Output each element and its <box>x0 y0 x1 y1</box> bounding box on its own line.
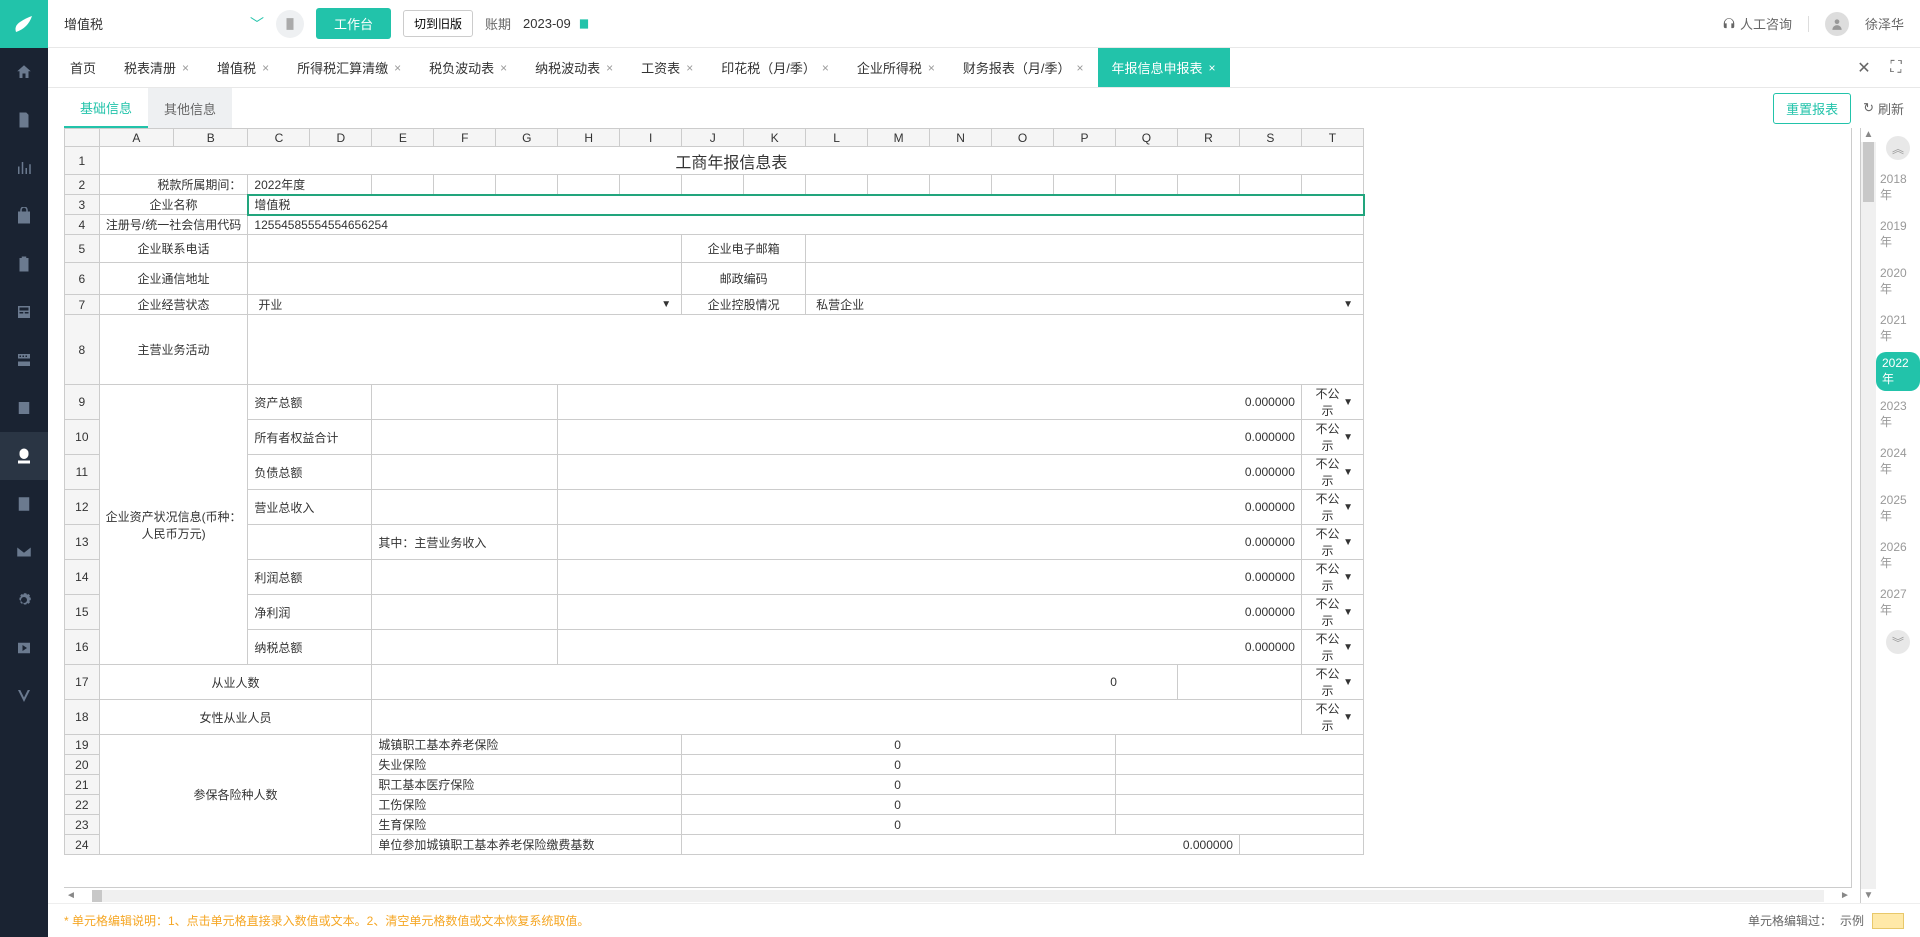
tab-10[interactable]: 年报信息申报表× <box>1098 48 1230 87</box>
sub-tabs-bar: 基础信息 其他信息 重置报表 ↻ 刷新 <box>48 88 1920 128</box>
nav-ruler-icon[interactable] <box>0 336 48 384</box>
tabs-expand-icon[interactable]: ⛶ <box>1884 56 1908 80</box>
nav-chart-icon[interactable] <box>0 144 48 192</box>
old-version-button[interactable]: 切到旧版 <box>403 10 473 37</box>
tab-close-icon[interactable]: × <box>928 61 935 75</box>
username: 徐泽华 <box>1865 14 1904 33</box>
tabs-close-all-icon[interactable]: ✕ <box>1852 56 1876 80</box>
tab-close-icon[interactable]: × <box>182 61 189 75</box>
tab-2[interactable]: 增值税× <box>203 48 283 87</box>
year-up-icon[interactable]: ︽ <box>1886 136 1910 160</box>
nav-tax-icon[interactable] <box>0 432 48 480</box>
calendar-icon <box>577 17 591 31</box>
tab-close-icon[interactable]: × <box>686 61 693 75</box>
tab-8[interactable]: 企业所得税× <box>843 48 949 87</box>
year-option[interactable]: 2021年 <box>1876 305 1920 352</box>
year-option[interactable]: 2025年 <box>1876 485 1920 532</box>
year-selector: ︽ 2018年2019年2020年2021年2022年2023年2024年202… <box>1876 128 1920 903</box>
tab-close-icon[interactable]: × <box>1209 61 1216 75</box>
year-option[interactable]: 2022年 <box>1876 352 1920 391</box>
year-down-icon[interactable]: ︾ <box>1886 630 1910 654</box>
footer-note: * 单元格编辑说明：1、点击单元格直接录入数值或文本。2、清空单元格数值或文本恢… <box>64 912 589 929</box>
reset-report-button[interactable]: 重置报表 <box>1773 93 1851 124</box>
workspace-button[interactable]: 工作台 <box>316 8 391 39</box>
tab-5[interactable]: 纳税波动表× <box>521 48 627 87</box>
spreadsheet[interactable]: ABCDEFGHIJKLMNOPQRST1工商年报信息表2税款所属期间：2022… <box>64 128 1852 887</box>
consult-link[interactable]: 人工咨询 <box>1722 14 1792 33</box>
year-option[interactable]: 2023年 <box>1876 391 1920 438</box>
company-selector[interactable]: 增值税 ﹀ <box>64 14 264 34</box>
nav-gear-icon[interactable] <box>0 576 48 624</box>
horizontal-scrollbar[interactable]: ◄► <box>64 887 1852 903</box>
example-label: 示例 <box>1840 912 1864 929</box>
nav-mail-icon[interactable] <box>0 528 48 576</box>
nav-calendar-icon[interactable] <box>0 384 48 432</box>
header-round-icon[interactable] <box>276 10 304 38</box>
period-picker[interactable]: 2023-09 <box>523 16 591 31</box>
tab-4[interactable]: 税负波动表× <box>415 48 521 87</box>
company-name: 增值税 <box>64 14 103 33</box>
year-option[interactable]: 2018年 <box>1876 164 1920 211</box>
year-option[interactable]: 2027年 <box>1876 579 1920 626</box>
year-option[interactable]: 2024年 <box>1876 438 1920 485</box>
app-logo <box>0 0 48 48</box>
subtab-other[interactable]: 其他信息 <box>148 88 232 128</box>
vertical-scrollbar[interactable]: ▲▼ <box>1860 128 1876 903</box>
tab-1[interactable]: 税表清册× <box>110 48 203 87</box>
tab-3[interactable]: 所得税汇算清缴× <box>283 48 415 87</box>
nav-clipboard-icon[interactable] <box>0 240 48 288</box>
tab-close-icon[interactable]: × <box>822 61 829 75</box>
tab-close-icon[interactable]: × <box>500 61 507 75</box>
tab-close-icon[interactable]: × <box>262 61 269 75</box>
nav-home-icon[interactable] <box>0 48 48 96</box>
edited-label: 单元格编辑过： <box>1748 912 1832 929</box>
headset-icon <box>1722 17 1736 31</box>
tab-6[interactable]: 工资表× <box>627 48 707 87</box>
user-avatar[interactable] <box>1825 12 1849 36</box>
year-option[interactable]: 2020年 <box>1876 258 1920 305</box>
tab-7[interactable]: 印花税（月/季）× <box>707 48 843 87</box>
period-label: 账期 <box>485 14 511 33</box>
topbar: 增值税 ﹀ 工作台 切到旧版 账期 2023-09 人工咨询 徐泽华 <box>48 0 1920 48</box>
nav-doc-icon[interactable] <box>0 96 48 144</box>
tab-9[interactable]: 财务报表（月/季）× <box>949 48 1098 87</box>
edited-swatch <box>1872 913 1904 929</box>
nav-v-icon[interactable] <box>0 672 48 720</box>
left-sidebar <box>0 0 48 937</box>
year-option[interactable]: 2026年 <box>1876 532 1920 579</box>
nav-bag-icon[interactable] <box>0 192 48 240</box>
tab-close-icon[interactable]: × <box>1077 61 1084 75</box>
refresh-button[interactable]: ↻ 刷新 <box>1863 99 1904 118</box>
nav-export-icon[interactable] <box>0 480 48 528</box>
year-option[interactable]: 2019年 <box>1876 211 1920 258</box>
chevron-down-icon: ﹀ <box>250 14 264 34</box>
nav-video-icon[interactable] <box>0 624 48 672</box>
tabs-bar: 首页税表清册×增值税×所得税汇算清缴×税负波动表×纳税波动表×工资表×印花税（月… <box>48 48 1920 88</box>
nav-form-icon[interactable] <box>0 288 48 336</box>
tab-close-icon[interactable]: × <box>606 61 613 75</box>
footer: * 单元格编辑说明：1、点击单元格直接录入数值或文本。2、清空单元格数值或文本恢… <box>48 903 1920 937</box>
tab-close-icon[interactable]: × <box>394 61 401 75</box>
subtab-basic[interactable]: 基础信息 <box>64 88 148 128</box>
tab-0[interactable]: 首页 <box>56 48 110 87</box>
